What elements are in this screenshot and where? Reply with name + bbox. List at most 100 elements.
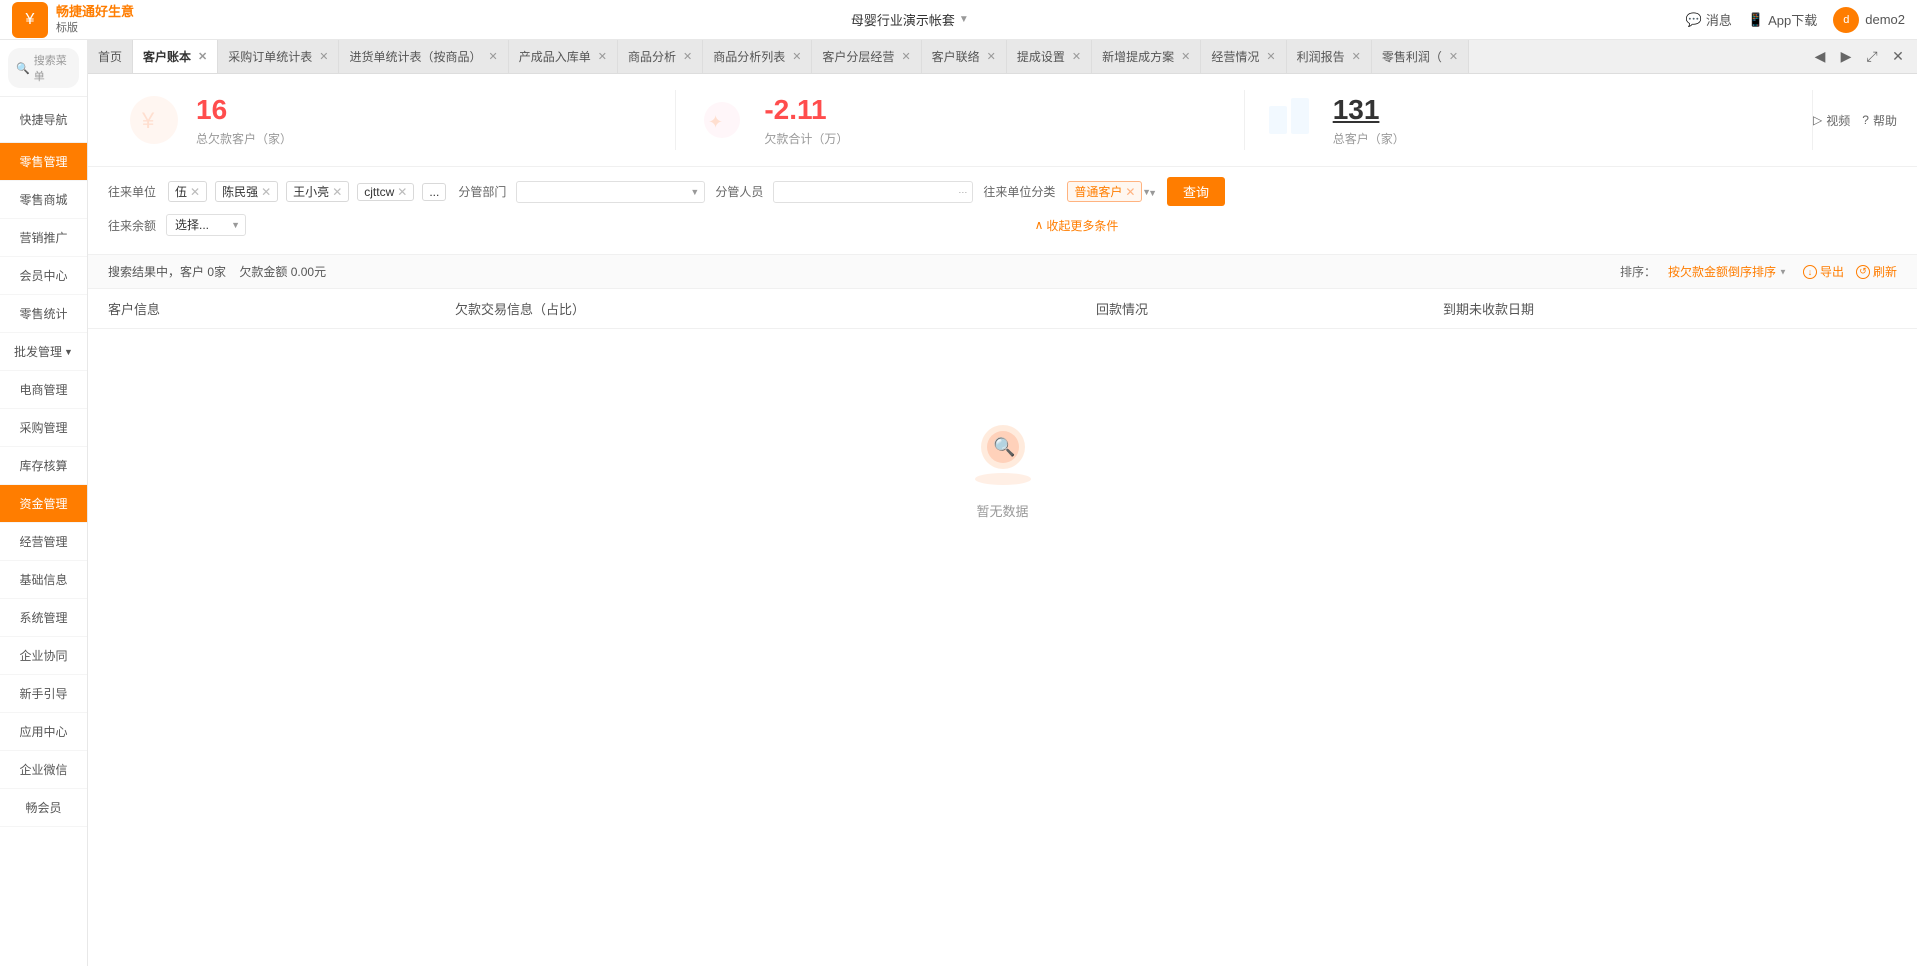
sidebar-item-system[interactable]: 系统管理 — [0, 599, 87, 637]
export-icon: ↓ — [1803, 265, 1817, 279]
tab-close-retail-profit[interactable]: ✕ — [1449, 50, 1458, 63]
sort-select-wrap[interactable]: 按欠款金额倒序排序 — [1668, 265, 1791, 279]
unit-tag-wang[interactable]: 王小亮 ✕ — [286, 181, 349, 202]
sidebar-item-retail[interactable]: 零售管理 — [0, 143, 87, 181]
tab-home[interactable]: 首页 — [88, 40, 133, 74]
sort-select[interactable]: 按欠款金额倒序排序 — [1668, 265, 1791, 279]
balance-select[interactable]: 选择... — [166, 214, 246, 236]
tab-stock-stats[interactable]: 进货单统计表（按商品） ✕ — [339, 40, 508, 74]
tab-close-product-analysis[interactable]: ✕ — [683, 50, 692, 63]
tab-close-operations[interactable]: ✕ — [1266, 50, 1275, 63]
unit-tag-more[interactable]: ... — [422, 183, 446, 201]
tab-close-purchase-order[interactable]: ✕ — [319, 50, 328, 63]
tab-customer-contact-label: 客户联络 — [932, 48, 980, 65]
tab-finished-goods[interactable]: 产成品入库单 ✕ — [509, 40, 618, 74]
export-btn[interactable]: ↓ 导出 — [1803, 263, 1844, 280]
sidebar-item-finance[interactable]: 资金管理 — [0, 485, 87, 523]
unit-type-label: 往来单位分类 — [983, 183, 1055, 200]
sidebar-item-ecommerce[interactable]: 电商管理 — [0, 371, 87, 409]
sidebar-item-guide[interactable]: 新手引导 — [0, 675, 87, 713]
quick-nav-btn[interactable]: 快捷导航 — [8, 105, 79, 134]
sidebar-item-basic-info[interactable]: 基础信息 — [0, 561, 87, 599]
col-debt-info: 欠款交易信息（占比） — [435, 289, 1076, 329]
tab-close-customer-contact[interactable]: ✕ — [987, 50, 996, 63]
tab-close-profit-report[interactable]: ✕ — [1352, 50, 1361, 63]
tab-close-stock-stats[interactable]: ✕ — [489, 50, 498, 63]
search-menu-btn[interactable]: 🔍 搜索菜单 — [8, 48, 79, 88]
empty-icon: 🔍 — [963, 409, 1043, 489]
stat-info-debt: -2.11 欠款合计（万） — [764, 93, 848, 148]
query-button[interactable]: 查询 — [1167, 177, 1225, 206]
stat-info-customers: 16 总欠款客户（家） — [196, 93, 292, 148]
sidebar-item-retail-mall[interactable]: 零售商城 — [0, 181, 87, 219]
tab-operations[interactable]: 经营情况 ✕ — [1201, 40, 1286, 74]
sidebar-item-app-center[interactable]: 应用中心 — [0, 713, 87, 751]
tab-close-new-commission[interactable]: ✕ — [1181, 50, 1190, 63]
dept-input[interactable] — [516, 181, 705, 203]
tab-commission-settings[interactable]: 提成设置 ✕ — [1007, 40, 1092, 74]
tab-product-analysis-list[interactable]: 商品分析列表 ✕ — [703, 40, 812, 74]
sidebar-item-member[interactable]: 会员中心 — [0, 257, 87, 295]
main-layout: 🔍 搜索菜单 快捷导航 零售管理 零售商城 营销推广 会员中心 零售统计 批发管… — [0, 40, 1917, 966]
sidebar-item-wholesale[interactable]: 批发管理 ▼ — [0, 333, 87, 371]
person-input[interactable] — [773, 181, 973, 203]
tab-purchase-order[interactable]: 采购订单统计表 ✕ — [218, 40, 339, 74]
tab-scroll-right[interactable]: ▶ — [1835, 46, 1857, 68]
dept-select-wrap[interactable] — [516, 181, 705, 203]
refresh-btn[interactable]: ↺ 刷新 — [1856, 263, 1897, 280]
unit-tag-chen[interactable]: 陈民强 ✕ — [215, 181, 278, 202]
unit-type-dropdown-icon[interactable]: ▼ — [1148, 188, 1157, 198]
sidebar-item-purchase[interactable]: 采购管理 — [0, 409, 87, 447]
tab-scroll-left[interactable]: ◀ — [1809, 46, 1831, 68]
tab-controls: ◀ ▶ ⤢ ✕ — [1801, 46, 1917, 68]
table-header: 客户信息 欠款交易信息（占比） 回款情况 到期未收款日期 — [88, 289, 1917, 329]
tab-close-customer-ledger[interactable]: ✕ — [198, 50, 207, 63]
stat-card-total: 131 总客户（家） — [1245, 90, 1813, 150]
collapse-btn[interactable]: ∧ 收起更多条件 — [1035, 217, 1119, 234]
sidebar-item-marketing[interactable]: 营销推广 — [0, 219, 87, 257]
company-selector[interactable]: 母婴行业演示帐套 ▼ — [851, 10, 969, 29]
stat-value-total: 131 — [1333, 93, 1405, 127]
unit-tags: 伍 ✕ 陈民强 ✕ 王小亮 ✕ cjttcw ✕ ... — [166, 179, 448, 204]
user-area[interactable]: d demo2 — [1833, 7, 1905, 33]
tab-close-product-analysis-list[interactable]: ✕ — [792, 50, 801, 63]
tab-close-commission-settings[interactable]: ✕ — [1072, 50, 1081, 63]
unit-tag-wu[interactable]: 伍 ✕ — [168, 181, 207, 202]
unit-type-wrap: 普通客户 ✕ ▼ — [1065, 179, 1157, 204]
tab-new-commission[interactable]: 新增提成方案 ✕ — [1092, 40, 1201, 74]
video-btn[interactable]: ▷ 视频 — [1813, 112, 1850, 129]
sidebar-item-operations[interactable]: 经营管理 — [0, 523, 87, 561]
remove-wu-icon[interactable]: ✕ — [190, 185, 200, 199]
message-btn[interactable]: 💬 消息 — [1686, 10, 1732, 29]
person-select-wrap[interactable]: ··· — [773, 181, 973, 203]
export-label: 导出 — [1820, 263, 1844, 280]
tab-product-analysis[interactable]: 商品分析 ✕ — [618, 40, 703, 74]
remove-cjttcw-icon[interactable]: ✕ — [397, 185, 407, 199]
tab-retail-profit[interactable]: 零售利润（ ✕ — [1372, 40, 1469, 74]
tab-customer-contact[interactable]: 客户联络 ✕ — [922, 40, 1007, 74]
tab-new-commission-label: 新增提成方案 — [1102, 48, 1174, 65]
svg-text:✦: ✦ — [708, 112, 723, 132]
tab-close-all[interactable]: ✕ — [1887, 46, 1909, 68]
tab-customer-layer[interactable]: 客户分层经营 ✕ — [812, 40, 921, 74]
unit-tag-cjttcw[interactable]: cjttcw ✕ — [357, 183, 414, 201]
tab-profit-report[interactable]: 利润报告 ✕ — [1287, 40, 1372, 74]
tab-customer-ledger[interactable]: 客户账本 ✕ — [133, 40, 218, 74]
remove-wang-icon[interactable]: ✕ — [332, 185, 342, 199]
tab-close-customer-layer[interactable]: ✕ — [901, 50, 910, 63]
tab-close-finished-goods[interactable]: ✕ — [598, 50, 607, 63]
sidebar: 🔍 搜索菜单 快捷导航 零售管理 零售商城 营销推广 会员中心 零售统计 批发管… — [0, 40, 88, 966]
remove-chen-icon[interactable]: ✕ — [261, 185, 271, 199]
unit-type-tag-ordinary[interactable]: 普通客户 ✕ — [1067, 181, 1142, 202]
sidebar-item-inventory[interactable]: 库存核算 — [0, 447, 87, 485]
sidebar-item-wechat[interactable]: 企业微信 — [0, 751, 87, 789]
balance-select-wrap[interactable]: 选择... — [166, 214, 246, 236]
help-btn[interactable]: ? 帮助 — [1862, 112, 1897, 129]
sidebar-item-enterprise[interactable]: 企业协同 — [0, 637, 87, 675]
remove-ordinary-icon[interactable]: ✕ — [1125, 185, 1135, 199]
app-download-btn[interactable]: 📱 App下载 — [1748, 10, 1817, 29]
sidebar-item-retail-stats[interactable]: 零售统计 — [0, 295, 87, 333]
empty-state: 🔍 暂无数据 — [88, 329, 1917, 600]
sidebar-item-member2[interactable]: 畅会员 — [0, 789, 87, 827]
tab-expand[interactable]: ⤢ — [1861, 46, 1883, 68]
